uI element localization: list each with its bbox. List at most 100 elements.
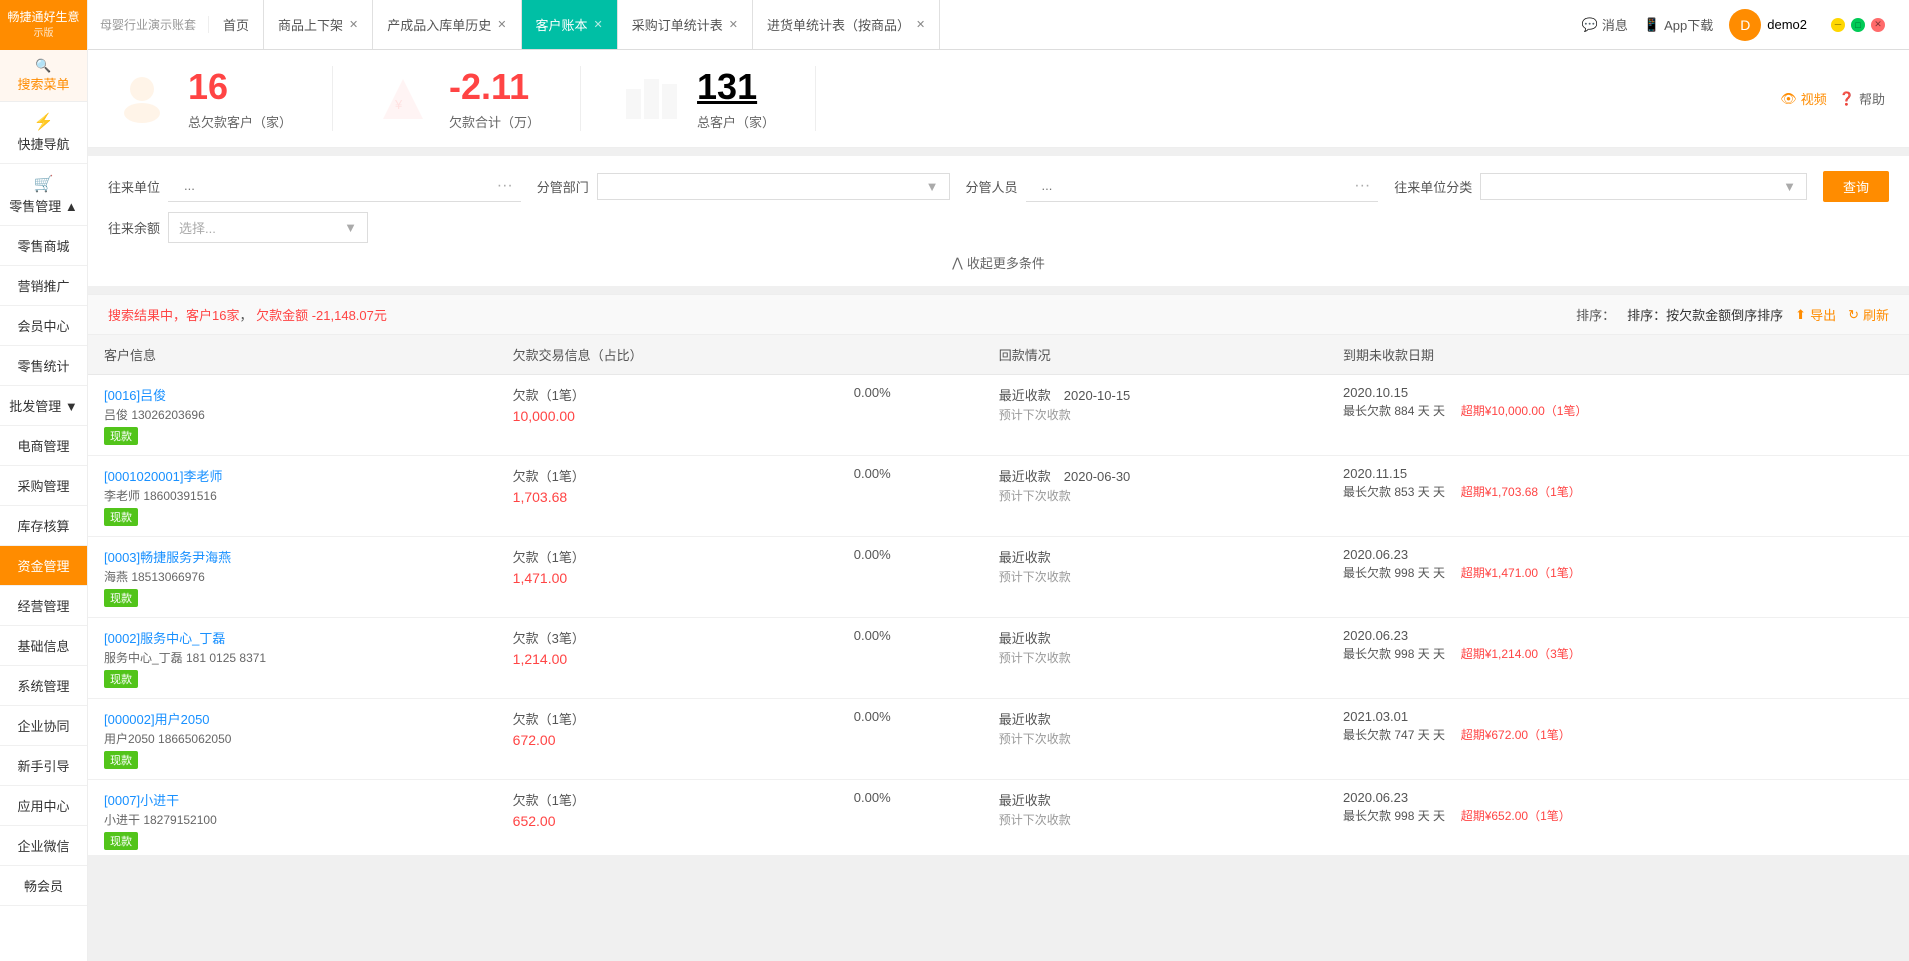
tab-label: 商品上下架 [278,15,343,34]
sidebar-item-batch-mgmt[interactable]: 批发管理 ▼ [0,386,87,426]
debt-label: 欠款（1笔） [513,547,822,566]
sort-value[interactable]: 排序：按欠款金额倒序排序 [1627,305,1783,324]
manager-input[interactable] [1034,174,1355,197]
table-body: [0016]吕俊 吕俊 13026203696 现款 欠款（1笔） 10,000… [88,375,1909,856]
results-summary: 搜索结果中，客户16家 [108,308,239,323]
customer-name-link[interactable]: [0002]服务中心_丁磊 [104,631,225,646]
sidebar-item-enterprise[interactable]: 企业协同 [0,706,87,746]
filter-row-1: 往来单位 ··· 分管部门 ▼ 分管人员 ··· [108,170,1889,202]
manager-dots[interactable]: ··· [1354,177,1370,195]
customer-name-link[interactable]: [0003]畅捷服务尹海燕 [104,550,231,565]
tab-purchase-order[interactable]: 采购订单统计表 ✕ [618,0,753,49]
view-btn[interactable]: 👁 视频 [1780,89,1827,108]
message-btn[interactable]: 💬 消息 [1582,15,1628,34]
tab-close-icon[interactable]: ✕ [916,18,925,31]
sidebar-item-vip[interactable]: 畅会员 [0,866,87,906]
export-icon: ⬆ [1795,307,1806,323]
debt-amount-icon: ¥ [373,69,433,129]
sidebar-item-purchase-mgmt[interactable]: 采购管理 [0,466,87,506]
sidebar-item-label: 电商管理 [17,439,69,454]
overdue-amount-link[interactable]: 超期¥1,214.00（3笔） [1461,647,1581,661]
sidebar-item-marketing[interactable]: 营销推广 [0,266,87,306]
debt-customers-info: 16 总欠款客户（家） [188,66,292,131]
table-row: [0016]吕俊 吕俊 13026203696 现款 欠款（1笔） 10,000… [88,375,1909,456]
source-unit-input[interactable] [176,174,497,197]
overdue-amount-link[interactable]: 超期¥1,703.68（1笔） [1461,485,1581,499]
sidebar-item-retail-stats[interactable]: 零售统计 [0,346,87,386]
tab-customer-account[interactable]: 客户账本 ✕ [522,0,618,49]
overdue-amount-link[interactable]: 超期¥1,471.00（1笔） [1461,566,1581,580]
sidebar-item-corp-wechat[interactable]: 企业微信 [0,826,87,866]
help-btn[interactable]: ❓ 帮助 [1839,89,1885,108]
due-date: 2020.06.23 [1343,790,1893,805]
balance-dropdown[interactable]: 选择... ▼ [168,212,368,243]
overdue-amount-link[interactable]: 超期¥10,000.00（1笔） [1461,404,1588,418]
sidebar-item-members[interactable]: 会员中心 [0,306,87,346]
app-download-btn[interactable]: 📱 App下载 [1644,15,1713,34]
debt-amount[interactable]: 10,000.00 [513,408,822,424]
total-customers-count: 131 [697,66,775,108]
overdue-days: 最长欠款 998 天 天 [1343,809,1457,823]
window-maximize-btn[interactable]: □ [1851,18,1865,32]
customer-name-link[interactable]: [0007]小进干 [104,793,179,808]
customer-name-link[interactable]: [000002]用户2050 [104,712,210,727]
sidebar-item-operations[interactable]: 经营管理 [0,586,87,626]
app-download-label: App下载 [1664,15,1713,34]
customer-tag: 现款 [104,589,138,607]
tab-production-history[interactable]: 产成品入库单历史 ✕ [373,0,521,49]
sidebar-item-inventory[interactable]: 库存核算 [0,506,87,546]
tab-home[interactable]: 首页 [209,0,264,49]
sidebar-item-guide[interactable]: 新手引导 [0,746,87,786]
debt-amount[interactable]: 652.00 [513,813,822,829]
sidebar-item-ecom-mgmt[interactable]: 电商管理 [0,426,87,466]
sidebar-item-system[interactable]: 系统管理 [0,666,87,706]
sidebar-item-retail-mgmt[interactable]: 🛒 零售管理 ▲ [0,164,87,226]
window-close-btn[interactable]: ✕ [1871,18,1885,32]
overdue-amount-link[interactable]: 超期¥652.00（1笔） [1461,809,1571,823]
tab-close-icon[interactable]: ✕ [349,18,358,31]
filter-row-2: 往来余额 选择... ▼ [108,212,1889,243]
sidebar-item-basic-info[interactable]: 基础信息 [0,626,87,666]
tab-products-offline[interactable]: 商品上下架 ✕ [264,0,373,49]
tab-close-icon[interactable]: ✕ [729,18,738,31]
sidebar-item-finance[interactable]: 资金管理 [0,546,87,586]
next-payment: 预计下次收款 [999,730,1311,747]
search-menu-item[interactable]: 🔍 搜索菜单 [0,50,87,102]
source-unit-dots[interactable]: ··· [497,177,513,195]
window-controls: － □ ✕ [1823,18,1893,32]
overdue-amount-link[interactable]: 超期¥672.00（1笔） [1461,728,1571,742]
dept-dropdown[interactable]: ▼ [597,173,950,200]
collapse-btn[interactable]: ⋀ 收起更多条件 [108,253,1889,272]
tab-close-icon[interactable]: ✕ [594,18,603,31]
debt-amount[interactable]: 672.00 [513,732,822,748]
recent-payment: 最近收款 2020-10-15 [999,385,1311,404]
debt-ratio: 0.00% [854,790,891,805]
debt-amount[interactable]: 1,471.00 [513,570,822,586]
user-menu[interactable]: D demo2 [1729,9,1807,41]
customer-contact: 用户2050 18665062050 [104,730,481,747]
query-btn[interactable]: 查询 [1823,171,1889,202]
debt-customers-icon [112,69,172,129]
results-actions: 排序： 排序：按欠款金额倒序排序 ⬆ 导出 ↻ 刷新 [1576,305,1889,324]
payment-cell: 最近收款 预计下次收款 [983,537,1327,618]
sidebar-item-app-center[interactable]: 应用中心 [0,786,87,826]
unit-category-dropdown[interactable]: ▼ [1480,173,1807,200]
tab-close-icon[interactable]: ✕ [497,18,506,31]
customer-info-cell: [000002]用户2050 用户2050 18665062050 现款 [88,699,497,780]
customer-name-link[interactable]: [0001020001]李老师 [104,469,223,484]
manager-label: 分管人员 [966,177,1018,196]
refresh-btn[interactable]: ↻ 刷新 [1848,305,1889,324]
debt-ratio: 0.00% [854,385,891,400]
payment-cell: 最近收款 2020-10-15 预计下次收款 [983,375,1327,456]
overdue-days: 最长欠款 998 天 天 [1343,566,1457,580]
sidebar-item-label: 批发管理 ▼ [9,399,77,414]
sidebar-item-quick-nav[interactable]: ⚡ 快捷导航 [0,102,87,164]
tab-purchase-stats[interactable]: 进货单统计表（按商品） ✕ [753,0,940,49]
window-minimize-btn[interactable]: － [1831,18,1845,32]
sidebar-item-retail-mall[interactable]: 零售商城 [0,226,87,266]
export-btn[interactable]: ⬆ 导出 [1795,305,1836,324]
debt-amount[interactable]: 1,703.68 [513,489,822,505]
sidebar-item-label: 经营管理 [17,599,69,614]
customer-name-link[interactable]: [0016]吕俊 [104,388,166,403]
debt-amount[interactable]: 1,214.00 [513,651,822,667]
